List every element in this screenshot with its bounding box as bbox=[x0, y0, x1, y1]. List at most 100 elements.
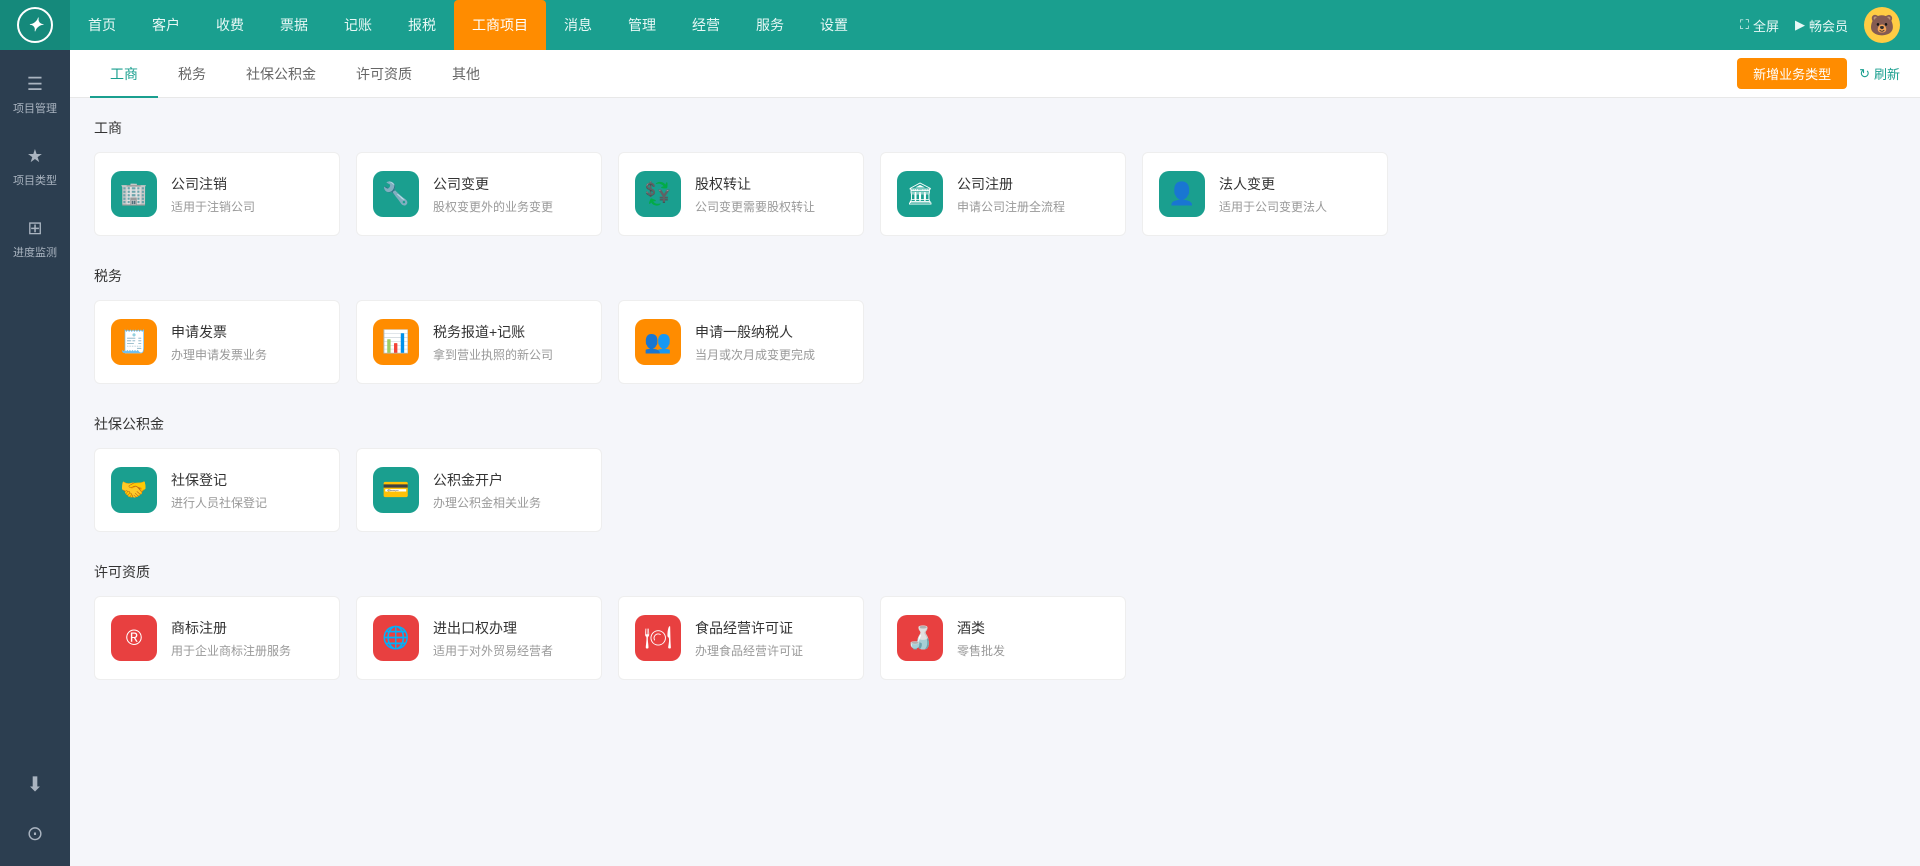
card-title: 食品经营许可证 bbox=[695, 618, 803, 638]
nav-item-收费[interactable]: 收费 bbox=[198, 0, 262, 50]
card-icon: 💱 bbox=[635, 171, 681, 217]
card-icon: 🧾 bbox=[111, 319, 157, 365]
section-税务: 税务 🧾 申请发票办理申请发票业务 📊 税务报道+记账拿到营业执照的新公司 👥 申请一般纳税… bbox=[94, 266, 1896, 384]
logo: ✦ bbox=[0, 0, 70, 50]
card-text: 法人变更适用于公司变更法人 bbox=[1219, 174, 1327, 215]
service-card[interactable]: 👤 法人变更适用于公司变更法人 bbox=[1142, 152, 1388, 236]
fullscreen-button[interactable]: ⛶ 全屏 bbox=[1740, 16, 1779, 35]
fullscreen-label: 全屏 bbox=[1753, 16, 1779, 35]
service-card[interactable]: 💳公积金开户办理公积金相关业务 bbox=[356, 448, 602, 532]
card-desc: 适用于对外贸易经营者 bbox=[433, 642, 553, 659]
service-card[interactable]: ®商标注册用于企业商标注册服务 bbox=[94, 596, 340, 680]
sidebar-item-进度监测[interactable]: ⊞进度监测 bbox=[0, 204, 70, 272]
refresh-button[interactable]: ↻刷新 bbox=[1859, 64, 1900, 83]
section-title: 社保公积金 bbox=[94, 414, 1896, 434]
service-card[interactable]: 🏢 公司注销适用于注销公司 bbox=[94, 152, 340, 236]
card-desc: 拿到营业执照的新公司 bbox=[433, 346, 553, 363]
service-card[interactable]: 🔧公司变更股权变更外的业务变更 bbox=[356, 152, 602, 236]
card-icon: 🍶 bbox=[897, 615, 943, 661]
card-icon: 👥 bbox=[635, 319, 681, 365]
service-card[interactable]: 🏛公司注册申请公司注册全流程 bbox=[880, 152, 1126, 236]
sidebar-item-项目管理[interactable]: ☰项目管理 bbox=[0, 60, 70, 128]
service-card[interactable]: 💱 股权转让公司变更需要股权转让 bbox=[618, 152, 864, 236]
nav-item-消息[interactable]: 消息 bbox=[546, 0, 610, 50]
tab-其他[interactable]: 其他 bbox=[432, 50, 500, 98]
card-title: 酒类 bbox=[957, 618, 1005, 638]
card-title: 税务报道+记账 bbox=[433, 322, 553, 342]
card-icon: 👤 bbox=[1159, 171, 1205, 217]
service-card[interactable]: 🍶 酒类零售批发 bbox=[880, 596, 1126, 680]
card-text: 申请发票办理申请发票业务 bbox=[171, 322, 267, 363]
card-title: 社保登记 bbox=[171, 470, 267, 490]
nav-item-服务[interactable]: 服务 bbox=[738, 0, 802, 50]
card-icon: 📊 bbox=[373, 319, 419, 365]
card-icon: 🌐 bbox=[373, 615, 419, 661]
card-title: 公积金开户 bbox=[433, 470, 541, 490]
member-button[interactable]: ▶ 畅会员 bbox=[1795, 16, 1848, 35]
section-社保公积金: 社保公积金🤝社保登记进行人员社保登记💳公积金开户办理公积金相关业务 bbox=[94, 414, 1896, 532]
card-desc: 适用于公司变更法人 bbox=[1219, 198, 1327, 215]
card-title: 进出口权办理 bbox=[433, 618, 553, 638]
nav-item-首页[interactable]: 首页 bbox=[70, 0, 134, 50]
service-card[interactable]: 🌐 进出口权办理适用于对外贸易经营者 bbox=[356, 596, 602, 680]
card-icon: 🏢 bbox=[111, 171, 157, 217]
card-title: 股权转让 bbox=[695, 174, 815, 194]
card-icon: 💳 bbox=[373, 467, 419, 513]
sidebar-icon: ⊞ bbox=[23, 216, 47, 240]
member-label: 畅会员 bbox=[1809, 16, 1848, 35]
user-avatar[interactable]: 🐻 bbox=[1864, 7, 1900, 43]
sidebar-icon: ★ bbox=[23, 144, 47, 168]
card-text: 公司注销适用于注销公司 bbox=[171, 174, 255, 215]
content-area: 工商税务社保公积金许可资质其他新增业务类型↻刷新 工商🏢公司注销适用于注销公司🔧… bbox=[70, 50, 1920, 866]
nav-item-票据[interactable]: 票据 bbox=[262, 0, 326, 50]
card-text: 税务报道+记账拿到营业执照的新公司 bbox=[433, 322, 553, 363]
nav-item-报税[interactable]: 报税 bbox=[390, 0, 454, 50]
card-desc: 办理食品经营许可证 bbox=[695, 642, 803, 659]
card-text: 进出口权办理适用于对外贸易经营者 bbox=[433, 618, 553, 659]
card-desc: 零售批发 bbox=[957, 642, 1005, 659]
tab-工商[interactable]: 工商 bbox=[90, 50, 158, 98]
refresh-label: 刷新 bbox=[1874, 64, 1900, 83]
tab-许可资质[interactable]: 许可资质 bbox=[336, 50, 432, 98]
sidebar-bottom-icon[interactable]: ⊙ bbox=[0, 811, 70, 856]
service-card[interactable]: 🤝社保登记进行人员社保登记 bbox=[94, 448, 340, 532]
section-title: 许可资质 bbox=[94, 562, 1896, 582]
service-card[interactable]: 👥申请一般纳税人当月或次月成变更完成 bbox=[618, 300, 864, 384]
sidebar-bottom-icon[interactable]: ⬇ bbox=[0, 762, 70, 807]
sidebar-item-项目类型[interactable]: ★项目类型 bbox=[0, 132, 70, 200]
nav-item-记账[interactable]: 记账 bbox=[326, 0, 390, 50]
card-icon: 🏛 bbox=[897, 171, 943, 217]
nav-right: ⛶ 全屏 ▶ 畅会员 🐻 bbox=[1720, 7, 1920, 43]
add-type-button[interactable]: 新增业务类型 bbox=[1737, 58, 1847, 89]
service-card[interactable]: 📊 税务报道+记账拿到营业执照的新公司 bbox=[356, 300, 602, 384]
card-desc: 办理申请发票业务 bbox=[171, 346, 267, 363]
card-desc: 申请公司注册全流程 bbox=[957, 198, 1065, 215]
nav-item-设置[interactable]: 设置 bbox=[802, 0, 866, 50]
card-title: 公司变更 bbox=[433, 174, 553, 194]
card-text: 食品经营许可证办理食品经营许可证 bbox=[695, 618, 803, 659]
nav-item-管理[interactable]: 管理 bbox=[610, 0, 674, 50]
tab-税务[interactable]: 税务 bbox=[158, 50, 226, 98]
card-desc: 股权变更外的业务变更 bbox=[433, 198, 553, 215]
nav-item-经营[interactable]: 经营 bbox=[674, 0, 738, 50]
service-card[interactable]: 🍽 食品经营许可证办理食品经营许可证 bbox=[618, 596, 864, 680]
nav-item-工商项目[interactable]: 工商项目 bbox=[454, 0, 546, 50]
card-title: 申请发票 bbox=[171, 322, 267, 342]
refresh-icon: ↻ bbox=[1859, 66, 1870, 82]
scroll-content: 工商🏢公司注销适用于注销公司🔧公司变更股权变更外的业务变更💱股权转让公司变更需要… bbox=[70, 98, 1920, 866]
video-icon: ▶ bbox=[1795, 17, 1805, 33]
section-许可资质: 许可资质 ®商标注册用于企业商标注册服务 🌐 进出口权办理适用于对外贸易经营者 🍽 食品经… bbox=[94, 562, 1896, 680]
section-title: 税务 bbox=[94, 266, 1896, 286]
card-icon: 🍽 bbox=[635, 615, 681, 661]
service-card[interactable]: 🧾 申请发票办理申请发票业务 bbox=[94, 300, 340, 384]
card-desc: 适用于注销公司 bbox=[171, 198, 255, 215]
tab-社保公积金[interactable]: 社保公积金 bbox=[226, 50, 336, 98]
sidebar: ☰项目管理★项目类型⊞进度监测 ⬇⊙ bbox=[0, 50, 70, 866]
cards-grid: ®商标注册用于企业商标注册服务 🌐 进出口权办理适用于对外贸易经营者 🍽 食品经营许可证… bbox=[94, 596, 1896, 680]
card-text: 公司变更股权变更外的业务变更 bbox=[433, 174, 553, 215]
tabs-actions: 新增业务类型 ↻刷新 bbox=[1737, 58, 1900, 89]
card-title: 申请一般纳税人 bbox=[695, 322, 815, 342]
nav-item-客户[interactable]: 客户 bbox=[134, 0, 198, 50]
card-desc: 公司变更需要股权转让 bbox=[695, 198, 815, 215]
tabs-bar: 工商税务社保公积金许可资质其他 新增业务类型 ↻刷新 bbox=[70, 50, 1920, 98]
